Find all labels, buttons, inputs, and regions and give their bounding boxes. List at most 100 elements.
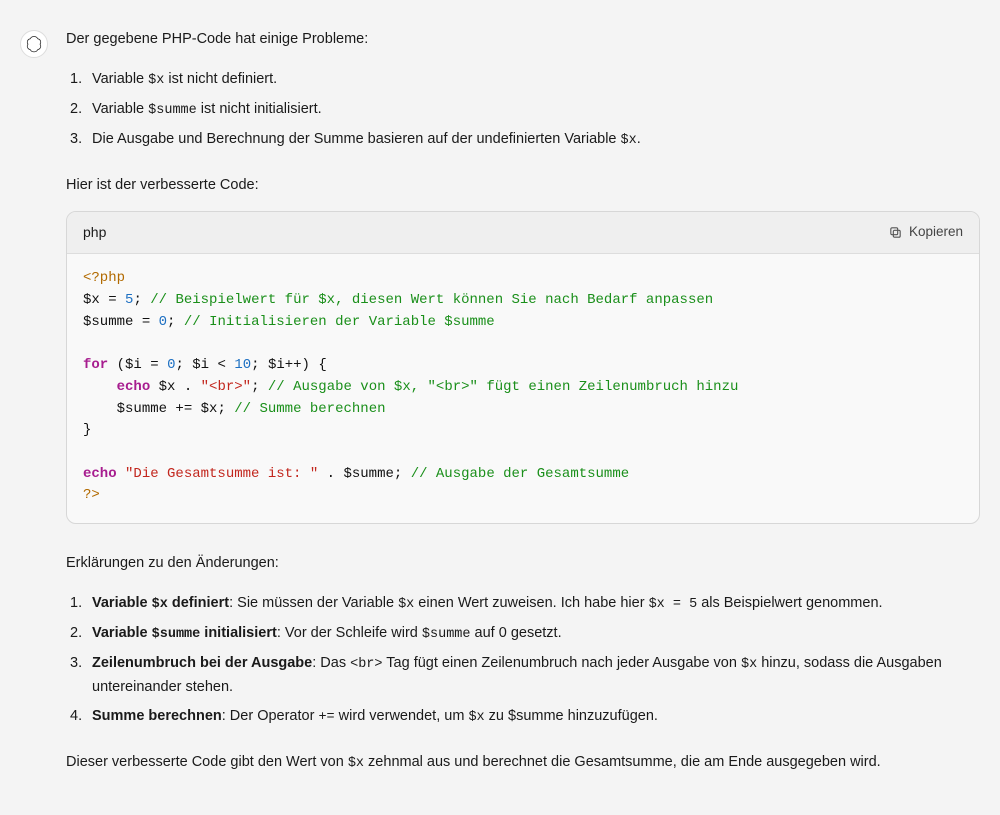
code-token: // Ausgabe von $x, "<br>" fügt einen Zei…	[268, 379, 738, 395]
text: initialisiert	[200, 625, 277, 641]
list-item: Variable $x ist nicht definiert.	[66, 68, 980, 92]
text: : Vor der Schleife wird	[277, 625, 422, 641]
text: : Sie müssen der Variable	[229, 595, 398, 611]
text: Variable	[92, 71, 148, 87]
inline-code: $summe	[422, 627, 471, 642]
code-token: 10	[234, 357, 251, 373]
code-token: =	[133, 314, 158, 330]
inline-code: $x	[741, 657, 757, 672]
code-token: <?php	[83, 270, 125, 286]
improved-code-label: Hier ist der verbesserte Code:	[66, 174, 980, 196]
code-token: for	[83, 357, 108, 373]
list-item: Variable $summe initialisiert: Vor der S…	[66, 622, 980, 646]
code-token: $x	[159, 379, 176, 395]
code-token: // Summe berechnen	[234, 401, 385, 417]
inline-code: +=	[318, 710, 334, 725]
code-token	[117, 466, 125, 482]
explanations-title: Erklärungen zu den Änderungen:	[66, 552, 980, 574]
code-token: $summe	[117, 401, 167, 417]
code-token: ;	[394, 466, 411, 482]
code-token: "<br>"	[201, 379, 251, 395]
text: zehnmal aus und berechnet die Gesamtsumm…	[364, 754, 881, 770]
code-token: echo	[83, 466, 117, 482]
text: als Beispielwert genommen.	[697, 595, 882, 611]
text: ist nicht initialisiert.	[197, 101, 322, 117]
code-lang-label: php	[83, 222, 106, 244]
final-summary: Dieser verbesserte Code gibt den Wert vo…	[66, 751, 980, 775]
text: Dieser verbesserte Code gibt den Wert vo…	[66, 754, 348, 770]
assistant-logo-icon	[25, 35, 43, 53]
assistant-avatar	[20, 30, 48, 58]
code-token: echo	[117, 379, 151, 395]
inline-code: $summe	[148, 103, 197, 118]
text: Tag fügt einen Zeilenumbruch nach jeder …	[383, 655, 741, 671]
code-token: ;	[167, 314, 184, 330]
code-token: ?>	[83, 487, 100, 503]
list-item: Summe berechnen: Der Operator += wird ve…	[66, 705, 980, 729]
code-token: (	[108, 357, 125, 373]
code-token: ;	[251, 379, 268, 395]
code-token: // Ausgabe der Gesamtsumme	[411, 466, 629, 482]
copy-label: Kopieren	[909, 222, 963, 243]
text: ist nicht definiert.	[164, 71, 277, 87]
inline-code: $x = 5	[649, 597, 698, 612]
intro-text: Der gegebene PHP-Code hat einige Problem…	[66, 28, 980, 50]
list-item: Variable $summe ist nicht initialisiert.	[66, 98, 980, 122]
text: .	[637, 131, 641, 147]
code-block: php Kopieren <?php $x = 5; // Beispielwe…	[66, 211, 980, 524]
code-token: .	[175, 379, 200, 395]
code-token: ;	[217, 401, 234, 417]
code-token: ;	[251, 357, 268, 373]
text: Variable	[92, 595, 152, 611]
code-token: =	[142, 357, 167, 373]
text: Variable	[92, 101, 148, 117]
list-item: Zeilenumbruch bei der Ausgabe: Das <br> …	[66, 652, 980, 698]
code-token: +=	[167, 401, 201, 417]
text: einen Wert zuweisen. Ich habe hier	[414, 595, 648, 611]
explanation-list: Variable $x definiert: Sie müssen der Va…	[66, 592, 980, 728]
inline-code: $x	[348, 756, 364, 771]
code-content[interactable]: <?php $x = 5; // Beispielwert für $x, di…	[67, 254, 979, 523]
code-token: "Die Gesamtsumme ist: "	[125, 466, 318, 482]
assistant-message: Der gegebene PHP-Code hat einige Problem…	[20, 28, 980, 775]
problem-list: Variable $x ist nicht definiert. Variabl…	[66, 68, 980, 152]
code-token: 0	[159, 314, 167, 330]
code-token: ;	[133, 292, 150, 308]
text: Summe berechnen	[92, 708, 222, 724]
code-token: $x	[201, 401, 218, 417]
code-token: .	[318, 466, 343, 482]
inline-code: $x	[468, 710, 484, 725]
text: wird verwendet, um	[335, 708, 469, 724]
text: Variable	[92, 625, 152, 641]
code-token: // Initialisieren der Variable $summe	[184, 314, 495, 330]
inline-code: $x	[152, 597, 168, 612]
list-item: Variable $x definiert: Sie müssen der Va…	[66, 592, 980, 616]
text: zu $summe hinzuzufügen.	[485, 708, 658, 724]
text: Die Ausgabe und Berechnung der Summe bas…	[92, 131, 621, 147]
inline-code: $summe	[152, 627, 201, 642]
code-token: <	[209, 357, 234, 373]
inline-code: $x	[148, 73, 164, 88]
message-content: Der gegebene PHP-Code hat einige Problem…	[66, 28, 980, 775]
code-token: $x	[83, 292, 100, 308]
code-token: ;	[175, 357, 192, 373]
code-token: =	[100, 292, 125, 308]
code-token: $i	[125, 357, 142, 373]
text: : Der Operator	[222, 708, 319, 724]
list-item: Die Ausgabe und Berechnung der Summe bas…	[66, 128, 980, 152]
code-token: }	[83, 422, 91, 438]
inline-code: $x	[621, 133, 637, 148]
text: definiert	[168, 595, 229, 611]
code-token: $i	[192, 357, 209, 373]
inline-code: <br>	[350, 657, 382, 672]
code-token: $summe	[83, 314, 133, 330]
code-token	[150, 379, 158, 395]
inline-code: $x	[398, 597, 414, 612]
text: : Das	[312, 655, 350, 671]
text: auf 0 gesetzt.	[471, 625, 562, 641]
code-token: $i++	[268, 357, 302, 373]
code-token: $summe	[343, 466, 393, 482]
copy-button[interactable]: Kopieren	[888, 222, 963, 243]
copy-icon	[888, 225, 903, 240]
code-header: php Kopieren	[67, 212, 979, 255]
